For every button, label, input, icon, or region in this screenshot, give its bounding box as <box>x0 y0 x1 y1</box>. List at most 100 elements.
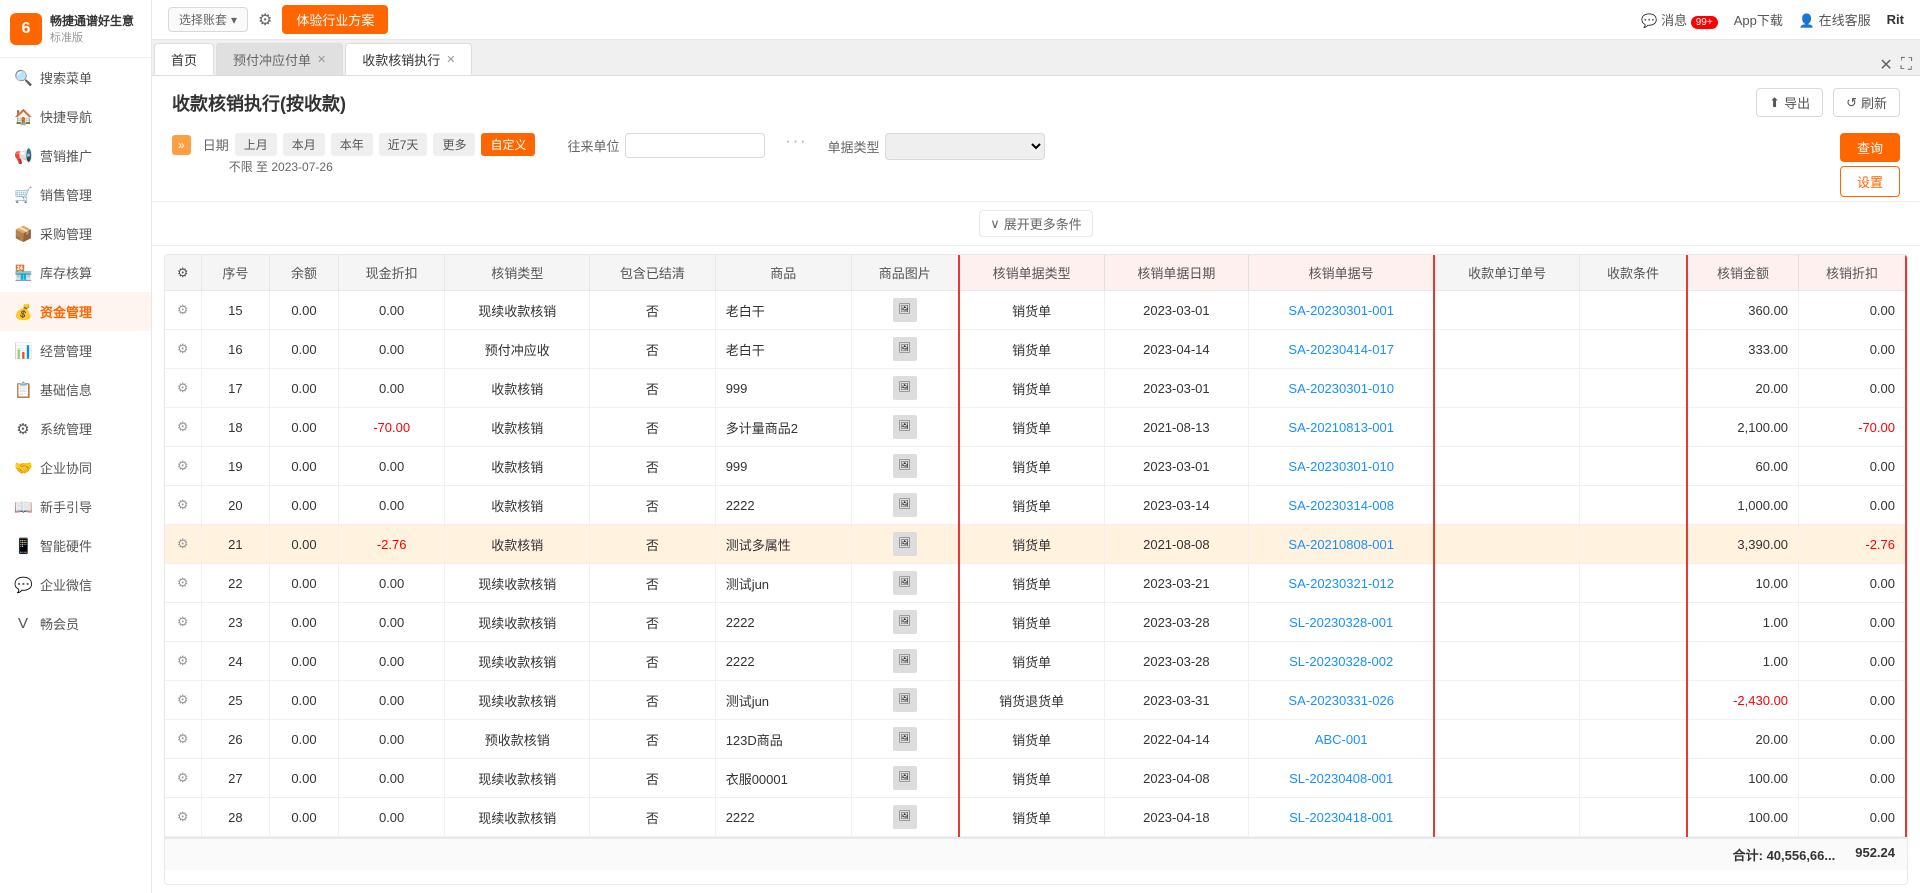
message-badge: 99+ <box>1691 16 1718 29</box>
td-cancel-amount: 10.00 <box>1687 564 1799 603</box>
sidebar-item-label: 快捷导航 <box>40 107 92 126</box>
message-icon[interactable]: 💬 消息 99+ <box>1641 10 1717 29</box>
td-settings[interactable]: ⚙ <box>165 291 201 330</box>
table-row: ⚙ 27 0.00 0.00 现续收款核销 否 衣服00001 🖼 销货单 20… <box>165 759 1906 798</box>
td-seq: 15 <box>201 291 270 330</box>
sidebar-item-operations[interactable]: 📊 经营管理 <box>0 331 151 370</box>
td-balance: 0.00 <box>270 642 339 681</box>
doc-type-select[interactable] <box>885 133 1045 160</box>
industry-plan-button[interactable]: 体验行业方案 <box>282 5 388 34</box>
account-selector-text: 选择账套 <box>179 11 227 28</box>
sidebar-item-sales[interactable]: 🛒 销售管理 <box>0 175 151 214</box>
td-cash-discount: -70.00 <box>338 408 445 447</box>
close-icon[interactable]: ✕ <box>317 53 326 66</box>
refresh-button[interactable]: ↺ 刷新 <box>1833 88 1900 117</box>
th-receipt-order-no: 收款单订单号 <box>1434 255 1579 291</box>
this-month-btn[interactable]: 本月 <box>283 133 325 156</box>
tab-cancel-exec[interactable]: 收款核销执行 ✕ <box>345 43 472 75</box>
sidebar-logo: 6 畅捷通谱好生意 标准版 <box>0 0 151 58</box>
export-button[interactable]: ⬆ 导出 <box>1756 88 1823 117</box>
custom-date-btn[interactable]: 自定义 <box>481 133 535 156</box>
sidebar-item-cooperation[interactable]: 🤝 企业协同 <box>0 448 151 487</box>
tab-label: 首页 <box>171 50 197 69</box>
sidebar-item-member[interactable]: V 畅会员 <box>0 604 151 643</box>
td-settings[interactable]: ⚙ <box>165 720 201 759</box>
sidebar-item-label: 智能硬件 <box>40 536 92 555</box>
td-cancel-amount: 333.00 <box>1687 330 1799 369</box>
this-year-btn[interactable]: 本年 <box>331 133 373 156</box>
sidebar-item-system[interactable]: ⚙ 系统管理 <box>0 409 151 448</box>
td-receipt-order-no <box>1434 330 1579 369</box>
td-cancel-amount: 100.00 <box>1687 759 1799 798</box>
td-cancel-type: 收款核销 <box>445 486 590 525</box>
td-settings[interactable]: ⚙ <box>165 564 201 603</box>
td-cancel-amount: 3,390.00 <box>1687 525 1799 564</box>
td-cancel-type: 收款核销 <box>445 408 590 447</box>
settings-icon[interactable]: ⚙ <box>258 10 272 30</box>
td-settings[interactable]: ⚙ <box>165 330 201 369</box>
td-settings[interactable]: ⚙ <box>165 681 201 720</box>
td-cash-discount: 0.00 <box>338 759 445 798</box>
td-cancel-discount: 0.00 <box>1799 759 1906 798</box>
sidebar-item-search[interactable]: 🔍 搜索菜单 <box>0 58 151 97</box>
cancel-amount-total: 合计: 40,556,66... <box>1733 845 1836 864</box>
maximize-icon[interactable]: ⛶ <box>1901 56 1912 74</box>
from-unit-input[interactable] <box>625 133 765 158</box>
sidebar-item-wechat[interactable]: 💬 企业微信 <box>0 565 151 604</box>
guide-icon: 📖 <box>14 498 32 516</box>
online-service-link[interactable]: 👤 在线客服 <box>1799 10 1871 29</box>
tab-home[interactable]: 首页 <box>154 43 214 75</box>
td-settings[interactable]: ⚙ <box>165 486 201 525</box>
td-include-settled: 否 <box>590 759 716 798</box>
th-settings[interactable]: ⚙ <box>165 255 201 291</box>
sidebar-item-guide[interactable]: 📖 新手引导 <box>0 487 151 526</box>
sidebar-item-label: 企业协同 <box>40 458 92 477</box>
data-table-container[interactable]: ⚙ 序号 余额 现金折扣 核销类型 包含已结清 商品 商品图片 核销单据类型 核… <box>164 254 1908 885</box>
close-icon[interactable]: ✕ <box>446 53 455 66</box>
td-settings[interactable]: ⚙ <box>165 408 201 447</box>
table-footer: 合计: 40,556,66... 952.24 <box>165 837 1907 870</box>
sidebar-item-purchase[interactable]: 📦 采购管理 <box>0 214 151 253</box>
td-settings[interactable]: ⚙ <box>165 759 201 798</box>
td-cancel-discount: 0.00 <box>1799 564 1906 603</box>
sidebar-expand-btn[interactable]: » <box>172 135 191 155</box>
operations-icon: 📊 <box>14 342 32 360</box>
app-download-link[interactable]: App下载 <box>1734 10 1783 29</box>
setting-button[interactable]: 设置 <box>1840 166 1900 197</box>
account-selector[interactable]: 选择账套 ▾ <box>168 7 248 32</box>
sidebar-item-label: 库存核算 <box>40 263 92 282</box>
sidebar-item-label: 资金管理 <box>40 302 92 321</box>
td-settings[interactable]: ⚙ <box>165 369 201 408</box>
close-all-icon[interactable]: ✕ <box>1879 55 1892 75</box>
more-date-btn[interactable]: 更多 <box>433 133 475 156</box>
td-settings[interactable]: ⚙ <box>165 525 201 564</box>
td-cancel-doc-type: 销货单 <box>959 408 1104 447</box>
td-receipt-condition <box>1580 486 1687 525</box>
td-cash-discount: 0.00 <box>338 447 445 486</box>
td-settings[interactable]: ⚙ <box>165 798 201 837</box>
td-receipt-order-no <box>1434 369 1579 408</box>
td-receipt-condition <box>1580 369 1687 408</box>
table-row: ⚙ 20 0.00 0.00 收款核销 否 2222 🖼 销货单 2023-03… <box>165 486 1906 525</box>
expand-filter-button[interactable]: ∨ 展开更多条件 <box>979 210 1093 237</box>
td-cancel-discount: 0.00 <box>1799 291 1906 330</box>
last-month-btn[interactable]: 上月 <box>235 133 277 156</box>
marketing-icon: 📢 <box>14 147 32 165</box>
query-button[interactable]: 查询 <box>1840 133 1900 162</box>
sidebar-item-basic-info[interactable]: 📋 基础信息 <box>0 370 151 409</box>
sidebar-item-funds[interactable]: 💰 资金管理 <box>0 292 151 331</box>
td-settings[interactable]: ⚙ <box>165 642 201 681</box>
td-product: 多计量商品2 <box>715 408 851 447</box>
td-settings[interactable]: ⚙ <box>165 603 201 642</box>
tab-prepay[interactable]: 预付冲应付单 ✕ <box>216 43 343 75</box>
sidebar-item-quick-nav[interactable]: 🏠 快捷导航 <box>0 97 151 136</box>
td-receipt-order-no <box>1434 408 1579 447</box>
last-7-days-btn[interactable]: 近7天 <box>379 133 428 156</box>
td-cancel-doc-type: 销货单 <box>959 486 1104 525</box>
td-settings[interactable]: ⚙ <box>165 447 201 486</box>
sidebar-item-marketing[interactable]: 📢 营销推广 <box>0 136 151 175</box>
td-product: 123D商品 <box>715 720 851 759</box>
sidebar-item-inventory[interactable]: 🏪 库存核算 <box>0 253 151 292</box>
sidebar-item-hardware[interactable]: 📱 智能硬件 <box>0 526 151 565</box>
td-receipt-condition <box>1580 603 1687 642</box>
